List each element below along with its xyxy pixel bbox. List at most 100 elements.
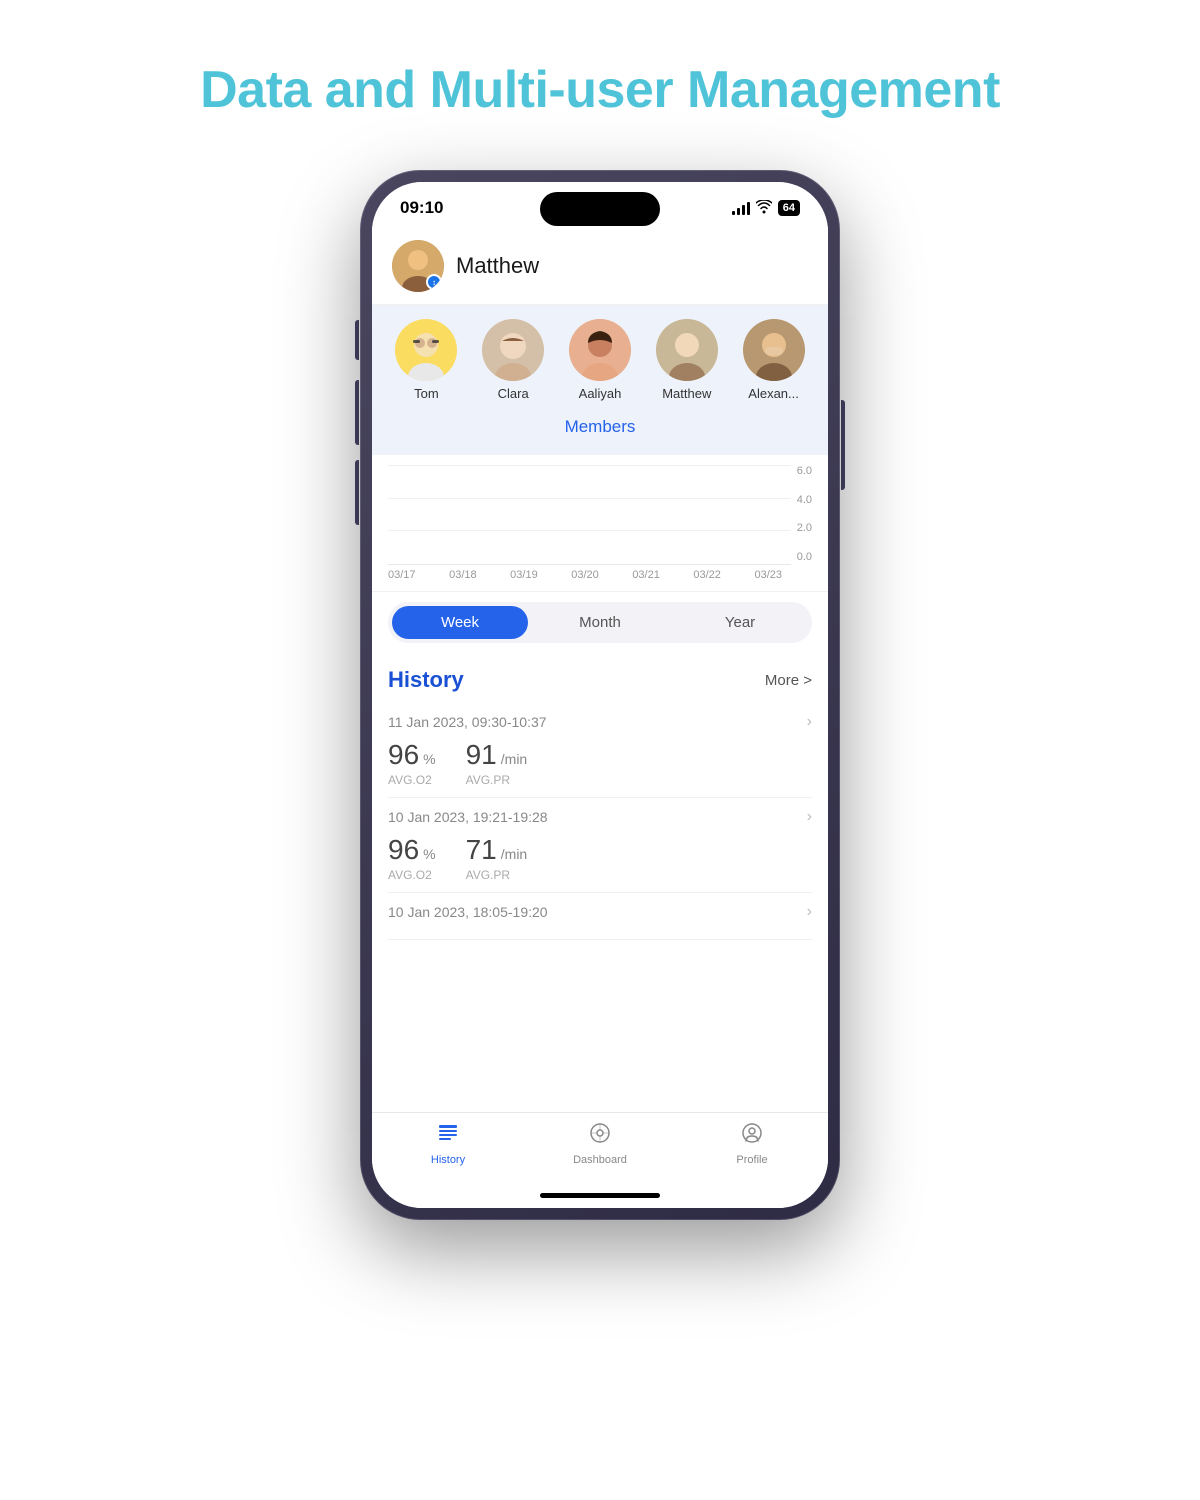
stat-o2-value-2: 96 <box>388 834 419 866</box>
chart-x-label-1: 03/18 <box>449 569 477 581</box>
side-button-power <box>841 400 845 490</box>
member-item-alexander[interactable]: Alexan... <box>743 319 805 401</box>
signal-bar-4 <box>747 202 750 215</box>
history-item-2-stats: 96 % AVG.O2 71 /min AVG.PR <box>388 834 812 882</box>
chart-x-label-5: 03/22 <box>693 569 721 581</box>
profile-nav-icon <box>740 1121 764 1151</box>
stat-block-o2-1: 96 % AVG.O2 <box>388 739 436 787</box>
chart-x-label-6: 03/23 <box>754 569 782 581</box>
chart-y-label-3: 6.0 <box>797 465 812 477</box>
user-switch-badge[interactable] <box>426 274 442 290</box>
stat-o2-unit-2: % <box>423 846 435 862</box>
current-user-avatar <box>392 240 444 292</box>
chart-area: 0.0 2.0 4.0 6.0 <box>388 465 812 565</box>
history-title: History <box>388 667 464 693</box>
matthew-avatar-svg <box>656 319 718 381</box>
nav-label-profile: Profile <box>736 1154 767 1166</box>
stat-o2-unit-1: % <box>423 751 435 767</box>
history-section: History More > 11 Jan 2023, 09:30-10:37 … <box>372 653 828 1112</box>
stat-pr-unit-2: /min <box>501 846 527 862</box>
history-item-2-chevron: › <box>807 808 812 826</box>
history-item-3[interactable]: 10 Jan 2023, 18:05-19:20 › <box>388 893 812 940</box>
members-label[interactable]: Members <box>388 409 812 441</box>
chart-x-labels: 03/17 03/18 03/19 03/20 03/21 03/22 03/2… <box>388 565 782 581</box>
member-item-matthew[interactable]: Matthew <box>656 319 718 401</box>
current-user-header[interactable]: Matthew <box>372 226 828 305</box>
side-button-vol-up <box>355 380 359 445</box>
members-section: Tom Clara <box>372 305 828 455</box>
current-user-name: Matthew <box>456 253 539 279</box>
time-btn-year[interactable]: Year <box>672 606 808 639</box>
time-selector: Week Month Year <box>388 602 812 643</box>
dynamic-island <box>540 192 660 226</box>
nav-item-dashboard[interactable]: Dashboard <box>524 1121 676 1166</box>
nav-item-history[interactable]: History <box>372 1121 524 1166</box>
time-btn-week[interactable]: Week <box>392 606 528 639</box>
stat-pr-value-2: 71 <box>466 834 497 866</box>
stat-block-pr-1: 91 /min AVG.PR <box>466 739 528 787</box>
stat-pr-unit-1: /min <box>501 751 527 767</box>
signal-icon <box>732 201 750 215</box>
page-title: Data and Multi-user Management <box>200 60 1000 120</box>
stat-o2-label-2: AVG.O2 <box>388 868 436 882</box>
history-item-1-chevron: › <box>807 713 812 731</box>
time-btn-month[interactable]: Month <box>532 606 668 639</box>
member-avatar-tom <box>395 319 457 381</box>
stat-pr-label-1: AVG.PR <box>466 773 528 787</box>
chart-x-label-3: 03/20 <box>571 569 599 581</box>
signal-bar-1 <box>732 211 735 215</box>
history-item-2-header: 10 Jan 2023, 19:21-19:28 › <box>388 808 812 826</box>
phone-shell: 09:10 64 <box>360 170 840 1220</box>
history-item-1-header: 11 Jan 2023, 09:30-10:37 › <box>388 713 812 731</box>
history-nav-icon <box>436 1121 460 1151</box>
status-icons: 64 <box>732 200 800 217</box>
member-avatar-aaliyah <box>569 319 631 381</box>
history-item-3-date: 10 Jan 2023, 18:05-19:20 <box>388 904 548 920</box>
history-item-1[interactable]: 11 Jan 2023, 09:30-10:37 › 96 % AVG.O2 <box>388 703 812 798</box>
tom-avatar-svg <box>395 319 457 381</box>
chart-y-labels: 0.0 2.0 4.0 6.0 <box>791 465 812 565</box>
stat-pr-value-1: 91 <box>466 739 497 771</box>
side-button-mute <box>355 320 359 360</box>
chart-section: 0.0 2.0 4.0 6.0 03/17 03/18 03/19 03/20 … <box>372 455 828 592</box>
signal-bar-3 <box>742 205 745 215</box>
home-bar <box>540 1193 660 1198</box>
app-content: Matthew <box>372 226 828 1208</box>
member-avatar-clara <box>482 319 544 381</box>
chart-gridline-mid2 <box>388 530 791 531</box>
history-item-3-chevron: › <box>807 903 812 921</box>
clara-avatar-svg <box>482 319 544 381</box>
member-avatar-matthew <box>656 319 718 381</box>
member-item-clara[interactable]: Clara <box>482 319 544 401</box>
stat-pr-label-2: AVG.PR <box>466 868 528 882</box>
member-item-aaliyah[interactable]: Aaliyah <box>569 319 631 401</box>
nav-label-history: History <box>431 1154 465 1166</box>
status-time: 09:10 <box>400 198 443 218</box>
history-item-2-date: 10 Jan 2023, 19:21-19:28 <box>388 809 548 825</box>
battery-badge: 64 <box>778 200 800 216</box>
home-indicator <box>372 1182 828 1208</box>
chart-x-label-0: 03/17 <box>388 569 416 581</box>
member-item-tom[interactable]: Tom <box>395 319 457 401</box>
chart-gridline-mid1 <box>388 498 791 499</box>
chart-gridline-top <box>388 465 791 466</box>
stat-o2-label-1: AVG.O2 <box>388 773 436 787</box>
alexander-avatar-svg <box>743 319 805 381</box>
history-more-button[interactable]: More > <box>765 672 812 689</box>
avatars-row: Tom Clara <box>388 319 812 401</box>
nav-item-profile[interactable]: Profile <box>676 1121 828 1166</box>
chart-y-label-0: 0.0 <box>797 551 812 563</box>
bottom-nav: History Dashboard <box>372 1112 828 1182</box>
member-name-matthew: Matthew <box>662 386 711 401</box>
nav-label-dashboard: Dashboard <box>573 1154 627 1166</box>
stat-block-o2-2: 96 % AVG.O2 <box>388 834 436 882</box>
history-item-2[interactable]: 10 Jan 2023, 19:21-19:28 › 96 % AVG.O2 <box>388 798 812 893</box>
chart-y-label-2: 4.0 <box>797 494 812 506</box>
side-button-vol-down <box>355 460 359 525</box>
member-name-tom: Tom <box>414 386 439 401</box>
stat-o2-value-1: 96 <box>388 739 419 771</box>
wifi-icon <box>756 200 772 217</box>
member-avatar-alexander <box>743 319 805 381</box>
member-name-alexander: Alexan... <box>748 386 799 401</box>
chart-y-label-1: 2.0 <box>797 522 812 534</box>
